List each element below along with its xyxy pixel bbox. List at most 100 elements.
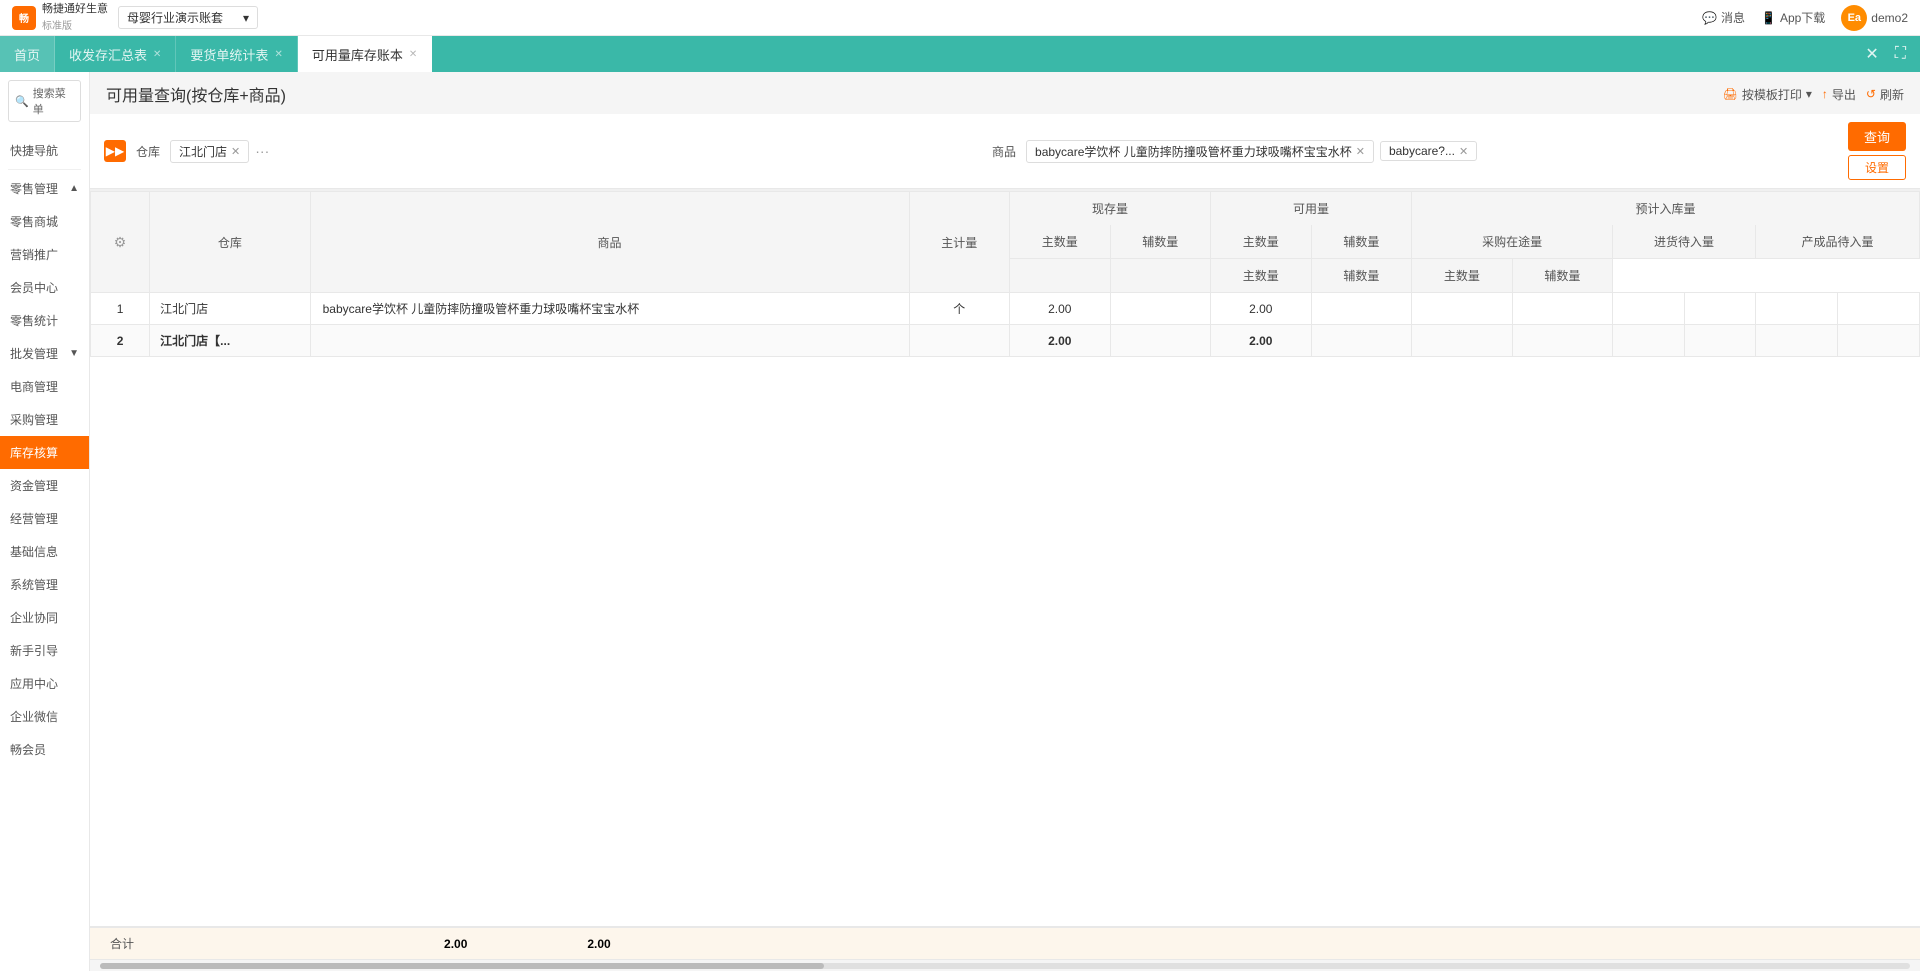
warehouse-filter-label: 仓库: [136, 143, 160, 160]
sidebar-item-member-center[interactable]: 会员中心: [0, 271, 89, 304]
table-footer: 合计 2.00 2.00: [90, 926, 1920, 959]
product-tag-2[interactable]: babycare?... ✕: [1380, 141, 1477, 161]
sidebar-item-system-mgmt[interactable]: 系统管理: [0, 568, 89, 601]
product-tag-1[interactable]: babycare学饮杯 儿童防摔防撞吸管杯重力球吸嘴杯宝宝水杯 ✕: [1026, 140, 1374, 163]
row1-available-aux: [1311, 293, 1412, 325]
filter-toggle-btn[interactable]: ▶▶: [104, 140, 126, 162]
filter-actions: 查询 设置: [1848, 122, 1906, 180]
product-tag1-close[interactable]: ✕: [1356, 145, 1365, 158]
sidebar-item-operations-mgmt[interactable]: 经营管理: [0, 502, 89, 535]
sidebar-item-quick-nav[interactable]: 快捷导航: [0, 134, 89, 167]
sidebar-item-retail-shop[interactable]: 零售商城: [0, 205, 89, 238]
top-bar-right: 💬 消息 📱 App下载 Ea demo2: [1702, 5, 1908, 31]
sidebar: 🔍 搜索菜单 快捷导航 零售管理 ▲ 零售商城 营销推广 会员中心: [0, 72, 90, 971]
row2-pt-aux: [1512, 325, 1613, 357]
sidebar-item-basic-info[interactable]: 基础信息: [0, 535, 89, 568]
col-pt-aux-header: [1110, 259, 1211, 293]
tab-home[interactable]: 首页: [0, 36, 55, 72]
row2-unit: [909, 325, 1010, 357]
refresh-btn[interactable]: ↺ 刷新: [1866, 86, 1904, 103]
row1-warehouse: 江北门店: [150, 293, 310, 325]
message-icon: 💬: [1702, 11, 1717, 25]
filter-settings-btn[interactable]: 设置: [1848, 155, 1906, 180]
col-available-aux-header: 辅数量: [1311, 225, 1412, 259]
logo-area: 畅 畅捷通好生意 标准版: [12, 3, 108, 31]
query-btn[interactable]: 查询: [1848, 122, 1906, 151]
row2-warehouse: 江北门店【...: [150, 325, 310, 357]
app-icon: 📱: [1761, 11, 1776, 25]
product-filter-label: 商品: [992, 143, 1016, 160]
table-row: 2 江北门店【... 2.00 2.00: [91, 325, 1920, 357]
data-table: ⚙ 仓库 商品 主计量 现存量 可用量 预计入库量 主数量 辅数量 主数量 辅数…: [90, 191, 1920, 357]
chevron-down-icon: ▾: [1806, 87, 1812, 101]
sidebar-item-enterprise-collab[interactable]: 企业协同: [0, 601, 89, 634]
sidebar-item-ecommerce-mgmt[interactable]: 电商管理: [0, 370, 89, 403]
sidebar-item-marketing[interactable]: 营销推广: [0, 238, 89, 271]
sidebar-item-retail-mgmt[interactable]: 零售管理 ▲: [0, 172, 89, 205]
industry-selector[interactable]: 母婴行业演示账套 ▾: [118, 6, 258, 29]
col-pi-aux2-header: 辅数量: [1512, 259, 1613, 293]
col-product-header: 商品: [310, 192, 909, 293]
row2-product: [310, 325, 909, 357]
scroll-thumb[interactable]: [100, 963, 824, 969]
warehouse-tag-close[interactable]: ✕: [231, 145, 240, 158]
sidebar-item-enterprise-wechat[interactable]: 企业微信: [0, 700, 89, 733]
close-all-tabs-btn[interactable]: ✕: [1861, 40, 1882, 68]
row2-pi-main: [1613, 325, 1684, 357]
close-icon[interactable]: ✕: [409, 49, 417, 60]
row2-current-main: 2.00: [1010, 325, 1111, 357]
horizontal-scrollbar[interactable]: [90, 959, 1920, 971]
footer-available-main: 2.00: [587, 937, 610, 951]
scroll-track[interactable]: [100, 963, 1910, 969]
app-download-btn[interactable]: 📱 App下载: [1761, 9, 1825, 26]
logo-icon: 畅: [12, 6, 36, 30]
print-icon: 🖨: [1723, 87, 1738, 101]
col-current-main-header: 主数量: [1010, 225, 1111, 259]
settings-gear-icon[interactable]: ⚙: [114, 234, 127, 250]
logo-sub: 标准版: [42, 17, 108, 32]
row1-pt-aux: [1512, 293, 1613, 325]
close-icon[interactable]: ✕: [153, 49, 161, 60]
logo-text-block: 畅捷通好生意 标准版: [42, 3, 108, 31]
export-btn[interactable]: ↑ 导出: [1822, 86, 1856, 103]
row1-current-aux: [1110, 293, 1211, 325]
print-template-btn[interactable]: 🖨 按模板打印 ▾: [1723, 86, 1812, 103]
col-pi-main-header: 主数量: [1211, 259, 1312, 293]
tab-available-stock[interactable]: 可用量库存账本 ✕: [298, 36, 432, 72]
col-settings-header[interactable]: ⚙: [91, 192, 150, 293]
col-expected-inbound-header: 预计入库量: [1412, 192, 1920, 226]
sidebar-item-finance-mgmt[interactable]: 资金管理: [0, 469, 89, 502]
col-pi-main2-header: 主数量: [1412, 259, 1513, 293]
maximize-btn[interactable]: ⛶: [1891, 41, 1910, 67]
row1-current-main: 2.00: [1010, 293, 1111, 325]
product-tag2-close[interactable]: ✕: [1459, 145, 1468, 158]
sidebar-item-inventory-check[interactable]: 库存核算: [0, 436, 89, 469]
sidebar-item-retail-stats[interactable]: 零售统计: [0, 304, 89, 337]
product-tags-area: babycare学饮杯 儿童防摔防撞吸管杯重力球吸嘴杯宝宝水杯 ✕ babyca…: [1026, 140, 1838, 163]
sidebar-item-purchase-mgmt[interactable]: 采购管理: [0, 403, 89, 436]
available-stock-tab-label: 可用量库存账本: [312, 45, 403, 64]
row2-fp-aux: [1837, 325, 1919, 357]
page-header: 可用量查询(按仓库+商品) 🖨 按模板打印 ▾ ↑ 导出 ↺ 刷新: [90, 72, 1920, 114]
close-icon[interactable]: ✕: [274, 49, 282, 60]
tab-receive-summary[interactable]: 收发存汇总表 ✕: [55, 36, 176, 72]
more-filters-btn[interactable]: ···: [255, 143, 269, 159]
user-menu[interactable]: Ea demo2: [1841, 5, 1908, 31]
row2-current-aux: [1110, 325, 1211, 357]
message-btn[interactable]: 💬 消息: [1702, 9, 1745, 26]
table-wrapper[interactable]: ⚙ 仓库 商品 主计量 现存量 可用量 预计入库量 主数量 辅数量 主数量 辅数…: [90, 191, 1920, 926]
row1-pt-main: [1412, 293, 1513, 325]
sidebar-item-member[interactable]: 畅会员: [0, 733, 89, 766]
tab-order-stats[interactable]: 要货单统计表 ✕: [176, 36, 297, 72]
warehouse-tag[interactable]: 江北门店 ✕: [170, 140, 249, 163]
row2-no: 2: [91, 325, 150, 357]
chevron-down-icon: ▾: [243, 11, 249, 25]
sidebar-item-new-guide[interactable]: 新手引导: [0, 634, 89, 667]
row1-fp-aux: [1837, 293, 1919, 325]
col-current-stock-header: 现存量: [1010, 192, 1211, 226]
footer-total-label: 合计: [100, 935, 134, 952]
logo-text: 畅捷通好生意: [42, 3, 108, 16]
sidebar-item-app-center[interactable]: 应用中心: [0, 667, 89, 700]
search-menu-btn[interactable]: 🔍 搜索菜单: [8, 80, 81, 122]
sidebar-item-wholesale-mgmt[interactable]: 批发管理 ▼: [0, 337, 89, 370]
